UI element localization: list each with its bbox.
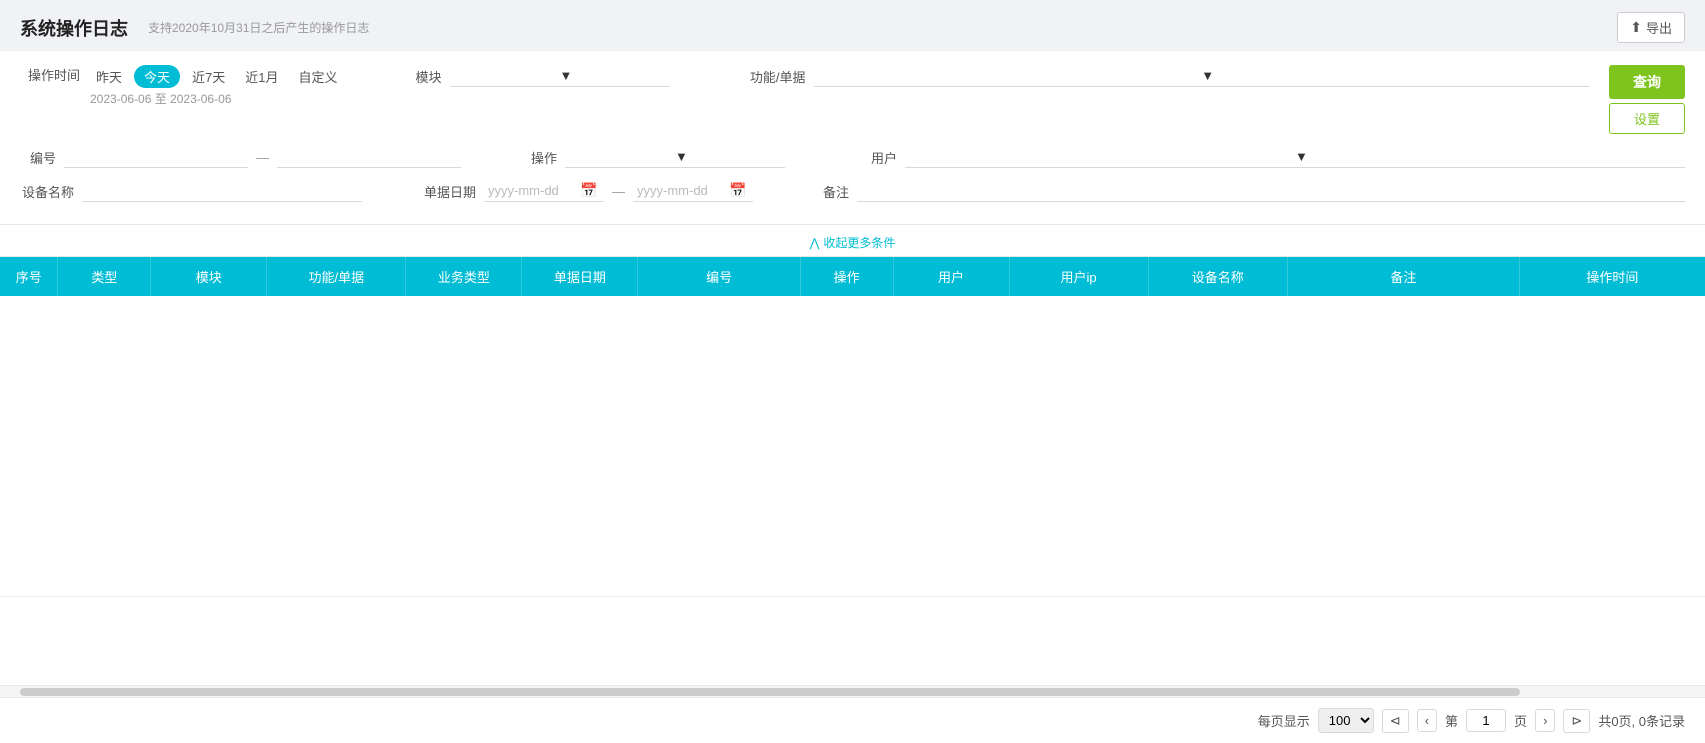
calendar-from-icon[interactable]: 📅: [580, 182, 597, 199]
next-page-button[interactable]: ›: [1535, 709, 1555, 732]
col-op-time: 操作时间: [1519, 257, 1705, 296]
time-buttons: 昨天 今天 近7天 近1月 自定义: [88, 65, 346, 88]
device-input[interactable]: [82, 180, 362, 202]
operation-section: 操作 ▼: [521, 146, 801, 168]
page-label: 第: [1445, 711, 1458, 730]
time-btn-yesterday[interactable]: 昨天: [88, 65, 130, 88]
operation-label: 操作: [521, 148, 557, 167]
total-info: 共0页, 0条记录: [1598, 711, 1685, 730]
page-number-input[interactable]: [1466, 709, 1506, 732]
calendar-to-icon[interactable]: 📅: [729, 182, 746, 199]
remark-section: 备注: [813, 180, 1685, 202]
query-button[interactable]: 查询: [1609, 65, 1685, 99]
function-label: 功能/单据: [746, 67, 806, 86]
action-buttons: 查询 设置: [1609, 65, 1685, 134]
export-icon: ⬆: [1630, 19, 1642, 36]
code-from-input[interactable]: [64, 146, 248, 168]
export-label: 导出: [1646, 18, 1672, 37]
remark-label: 备注: [813, 182, 849, 201]
filter-area: 操作时间 昨天 今天 近7天 近1月 自定义 2023-06-06 至 2023…: [0, 51, 1705, 225]
col-business-type: 业务类型: [406, 257, 522, 296]
user-label: 用户: [861, 148, 897, 167]
page-title: 系统操作日志: [20, 15, 128, 41]
date-to-wrap: 📅: [633, 180, 753, 202]
time-range: 2023-06-06 至 2023-06-06: [90, 90, 346, 107]
code-to-input[interactable]: [277, 146, 461, 168]
collapse-label: 收起更多条件: [823, 234, 895, 251]
page-suffix: 页: [1514, 711, 1527, 730]
time-btn-7days[interactable]: 近7天: [184, 65, 233, 88]
settings-button[interactable]: 设置: [1609, 103, 1685, 134]
time-label: 操作时间: [20, 65, 80, 84]
function-section: 功能/单据 ▼: [746, 65, 1589, 87]
prev-page-button[interactable]: ‹: [1417, 709, 1437, 732]
date-to-input[interactable]: [637, 183, 727, 198]
date-section: 单据日期 📅 — 📅: [422, 180, 753, 202]
horizontal-scrollbar[interactable]: [0, 685, 1705, 697]
last-page-button[interactable]: ⊳: [1563, 709, 1590, 733]
user-dropdown[interactable]: ▼: [905, 146, 1685, 168]
col-index: 序号: [0, 257, 58, 296]
col-user-ip: 用户ip: [1009, 257, 1148, 296]
empty-row: [0, 296, 1705, 596]
col-date: 单据日期: [522, 257, 638, 296]
collapse-up-icon: ⋀: [810, 236, 820, 250]
device-section: 设备名称: [20, 180, 362, 202]
date-from-input[interactable]: [488, 183, 578, 198]
data-table: 序号 类型 模块 功能/单据 业务类型 单据日期 编号 操作 用户 用户ip 设…: [0, 257, 1705, 597]
page-subtitle: 支持2020年10月31日之后产生的操作日志: [148, 19, 369, 36]
module-arrow-icon: ▼: [560, 68, 666, 83]
code-dash: —: [256, 150, 269, 165]
page-container: 系统操作日志 支持2020年10月31日之后产生的操作日志 ⬆ 导出 操作时间 …: [0, 0, 1705, 743]
filter-row-2: 编号 — 操作 ▼ 用户 ▼: [20, 146, 1685, 168]
module-dropdown[interactable]: ▼: [450, 65, 670, 87]
filter-row-1: 操作时间 昨天 今天 近7天 近1月 自定义 2023-06-06 至 2023…: [20, 65, 1685, 134]
collapse-button[interactable]: ⋀ 收起更多条件: [800, 231, 906, 254]
page-header: 系统操作日志 支持2020年10月31日之后产生的操作日志 ⬆ 导出: [0, 0, 1705, 51]
date-dash: —: [612, 184, 625, 199]
table-body: [0, 296, 1705, 596]
col-code: 编号: [638, 257, 800, 296]
code-section: 编号 —: [20, 146, 461, 168]
time-btn-today[interactable]: 今天: [134, 65, 180, 88]
date-label: 单据日期: [422, 182, 476, 201]
user-section: 用户 ▼: [861, 146, 1685, 168]
time-btn-custom[interactable]: 自定义: [291, 65, 346, 88]
col-device: 设备名称: [1148, 257, 1287, 296]
scrollbar-thumb: [20, 688, 1520, 696]
page-size-label: 每页显示: [1258, 711, 1310, 730]
first-page-button[interactable]: ⊲: [1382, 709, 1409, 733]
page-size-select[interactable]: 100: [1318, 708, 1374, 733]
time-section: 操作时间 昨天 今天 近7天 近1月 自定义 2023-06-06 至 2023…: [20, 65, 346, 107]
table-header: 序号 类型 模块 功能/单据 业务类型 单据日期 编号 操作 用户 用户ip 设…: [0, 257, 1705, 296]
remark-input[interactable]: [857, 180, 1685, 202]
code-label: 编号: [20, 148, 56, 167]
col-type: 类型: [58, 257, 151, 296]
operation-dropdown[interactable]: ▼: [565, 146, 785, 168]
function-arrow-icon: ▼: [1201, 68, 1585, 83]
col-user: 用户: [893, 257, 1009, 296]
module-section: 模块 ▼: [406, 65, 686, 87]
table-container: 序号 类型 模块 功能/单据 业务类型 单据日期 编号 操作 用户 用户ip 设…: [0, 257, 1705, 685]
header-left: 系统操作日志 支持2020年10月31日之后产生的操作日志: [20, 15, 369, 41]
col-function: 功能/单据: [267, 257, 406, 296]
date-from-wrap: 📅: [484, 180, 604, 202]
empty-cell: [0, 296, 1705, 596]
device-label: 设备名称: [20, 182, 74, 201]
col-operation: 操作: [800, 257, 893, 296]
operation-arrow-icon: ▼: [675, 149, 781, 164]
time-btn-1month[interactable]: 近1月: [237, 65, 286, 88]
col-module: 模块: [151, 257, 267, 296]
table-header-row: 序号 类型 模块 功能/单据 业务类型 单据日期 编号 操作 用户 用户ip 设…: [0, 257, 1705, 296]
export-button[interactable]: ⬆ 导出: [1617, 12, 1685, 43]
pagination-bar: 每页显示 100 ⊲ ‹ 第 页 › ⊳ 共0页, 0条记录: [0, 697, 1705, 743]
module-label: 模块: [406, 67, 442, 86]
time-filter: 昨天 今天 近7天 近1月 自定义 2023-06-06 至 2023-06-0…: [88, 65, 346, 107]
user-arrow-icon: ▼: [1295, 149, 1681, 164]
collapse-row: ⋀ 收起更多条件: [0, 225, 1705, 257]
col-remark: 备注: [1287, 257, 1519, 296]
function-dropdown[interactable]: ▼: [814, 65, 1589, 87]
filter-row-3: 设备名称 单据日期 📅 — 📅 备注: [20, 180, 1685, 202]
